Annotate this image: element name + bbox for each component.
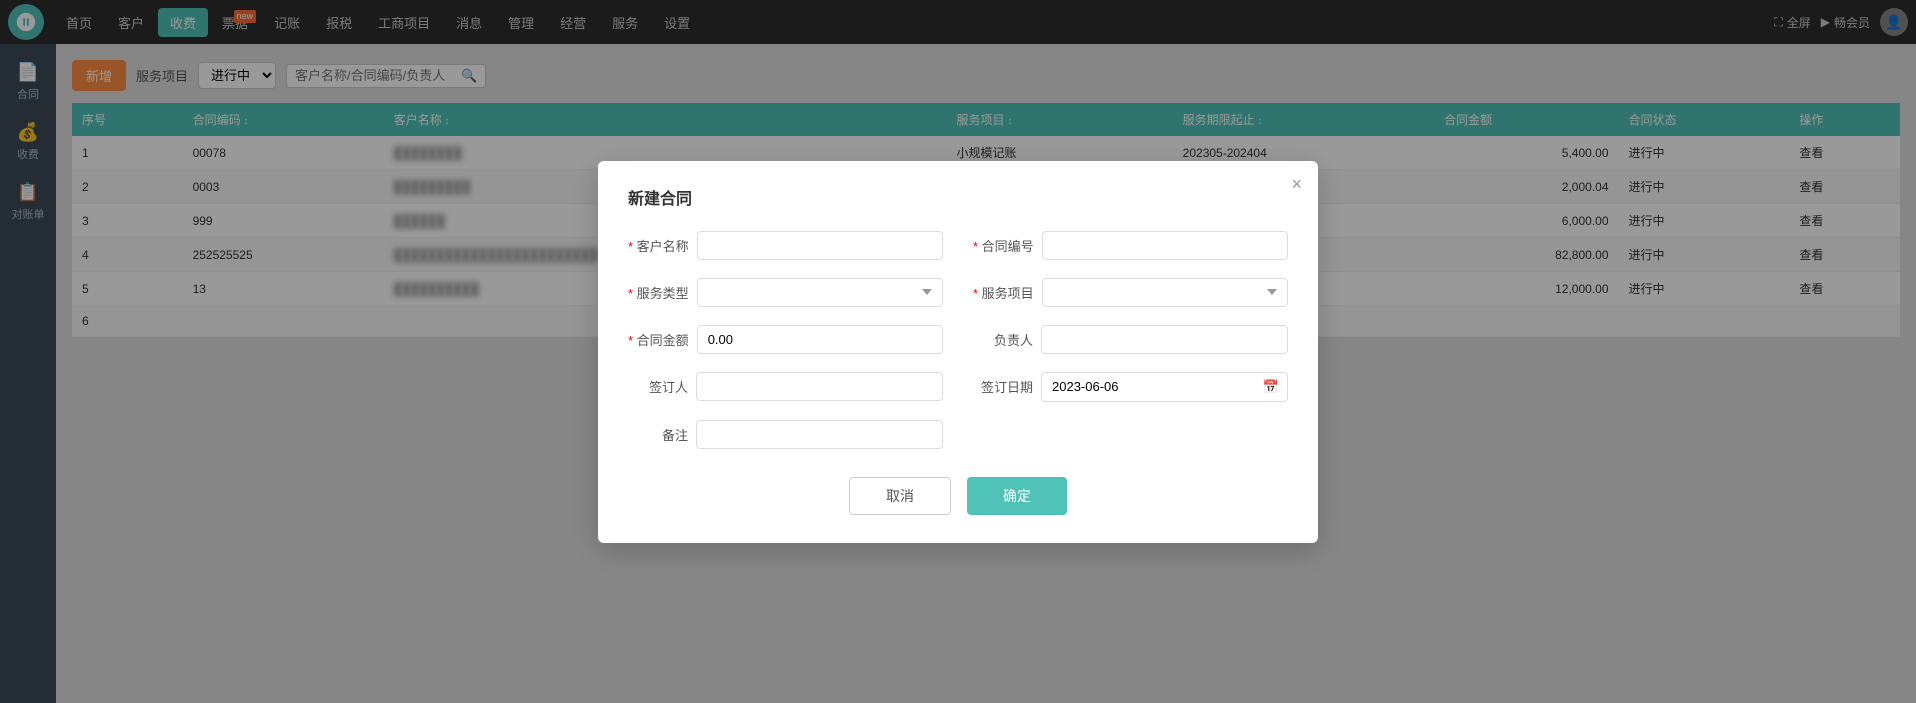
cancel-button[interactable]: 取消: [849, 477, 951, 515]
form-row-3: 合同金额 负责人: [628, 325, 1288, 354]
confirm-button[interactable]: 确定: [967, 477, 1067, 515]
modal-overlay[interactable]: 新建合同 × 客户名称 合同编号 服务类型 服务项目: [0, 0, 1916, 703]
signer-field: 签订人: [628, 372, 943, 402]
responsible-input[interactable]: [1041, 325, 1288, 354]
form-row-1: 客户名称 合同编号: [628, 231, 1288, 260]
customer-name-label: 客户名称: [628, 236, 689, 255]
amount-input[interactable]: [697, 325, 943, 354]
form-row-2: 服务类型 服务项目: [628, 278, 1288, 307]
contract-no-field: 合同编号: [973, 231, 1288, 260]
service-type-label: 服务类型: [628, 283, 689, 302]
remark-field: 备注: [628, 420, 943, 449]
responsible-label: 负责人: [973, 330, 1033, 349]
responsible-field: 负责人: [973, 325, 1288, 354]
sign-date-label: 签订日期: [973, 377, 1033, 396]
remark-input[interactable]: [696, 420, 943, 449]
remark-label: 备注: [628, 425, 688, 444]
modal-close-button[interactable]: ×: [1291, 175, 1302, 193]
amount-label: 合同金额: [628, 330, 689, 349]
service-item-label: 服务项目: [973, 283, 1034, 302]
calendar-icon[interactable]: 📅: [1255, 373, 1287, 401]
form-row-5: 备注: [628, 420, 1288, 449]
sign-date-wrap: 📅: [1041, 372, 1288, 402]
new-contract-modal: 新建合同 × 客户名称 合同编号 服务类型 服务项目: [598, 161, 1318, 543]
signer-input[interactable]: [696, 372, 943, 401]
service-type-field: 服务类型: [628, 278, 943, 307]
customer-name-input[interactable]: [697, 231, 943, 260]
contract-no-input[interactable]: [1042, 231, 1288, 260]
form-row-4: 签订人 签订日期 📅: [628, 372, 1288, 402]
service-item-field: 服务项目: [973, 278, 1288, 307]
modal-footer: 取消 确定: [628, 477, 1288, 515]
service-type-select[interactable]: [697, 278, 943, 307]
sign-date-input[interactable]: [1042, 373, 1255, 400]
contract-no-label: 合同编号: [973, 236, 1034, 255]
signer-label: 签订人: [628, 377, 688, 396]
modal-title: 新建合同: [628, 185, 1288, 209]
service-item-select[interactable]: [1042, 278, 1288, 307]
amount-field: 合同金额: [628, 325, 943, 354]
customer-name-field: 客户名称: [628, 231, 943, 260]
sign-date-field: 签订日期 📅: [973, 372, 1288, 402]
